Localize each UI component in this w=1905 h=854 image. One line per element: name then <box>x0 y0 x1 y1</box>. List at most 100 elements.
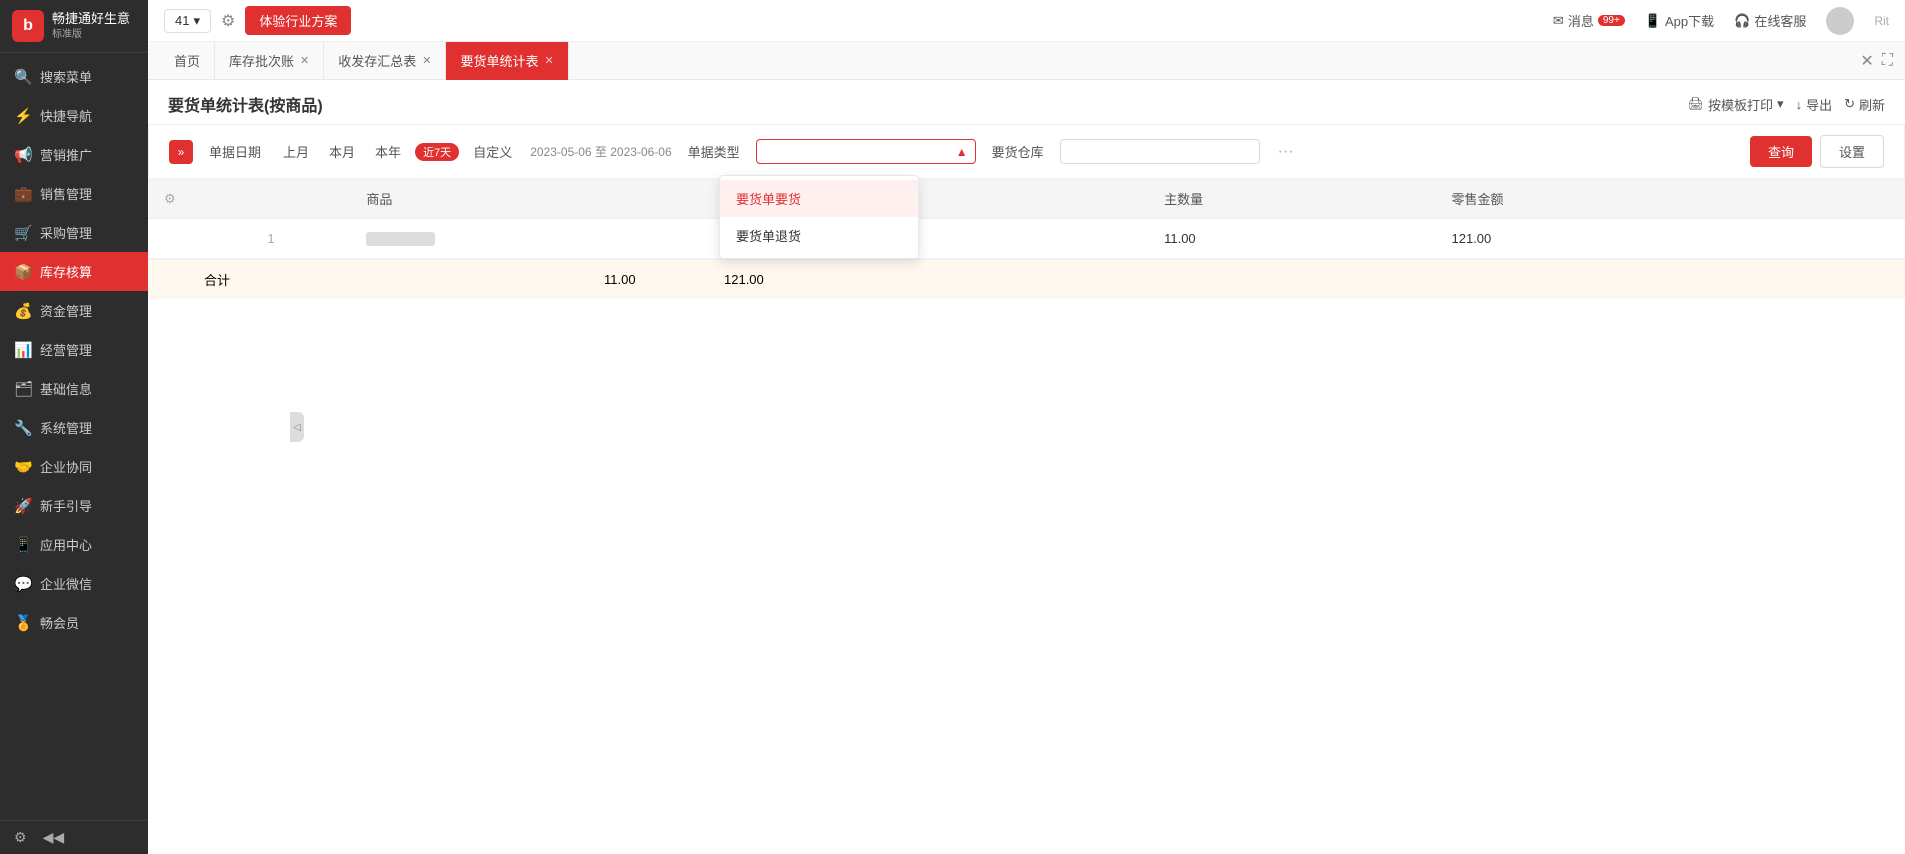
table-col-product: 商品 <box>350 179 755 219</box>
app-download-label: App下载 <box>1665 11 1714 30</box>
sidebar-purchase-icon: 🛒 <box>14 224 32 242</box>
sidebar-operations-label: 经营管理 <box>40 340 92 359</box>
messages-item[interactable]: ✉ 消息 99+ <box>1553 11 1625 30</box>
row-gear <box>148 219 192 259</box>
sidebar-quick-nav-icon: ⚡ <box>14 107 32 125</box>
header-left: 41 ▾ ⚙ 体验行业方案 <box>164 6 351 35</box>
sidebar-item-sales[interactable]: 💼 销售管理 <box>0 174 148 213</box>
sidebar-item-operations[interactable]: 📊 经营管理 <box>0 330 148 369</box>
user-name: Rit <box>1874 14 1889 28</box>
trial-button[interactable]: 体验行业方案 <box>245 6 351 35</box>
sidebar-sales-label: 销售管理 <box>40 184 92 203</box>
collapse-icon[interactable]: ◀◀ <box>43 829 65 846</box>
footer-quantity: 11.00 <box>604 272 636 287</box>
tab-inventory-batch-close[interactable]: ✕ <box>300 54 309 67</box>
dropdown-item-0[interactable]: 要货单要货 <box>720 180 918 217</box>
print-template-action[interactable]: 🖨 按模板打印 ▾ <box>1688 95 1784 114</box>
sidebar-operations-icon: 📊 <box>14 341 32 359</box>
sidebar-sales-icon: 💼 <box>14 185 32 203</box>
table-footer: 合计 11.00 121.00 <box>148 259 1905 299</box>
date-option-last-month[interactable]: 上月 <box>277 140 315 163</box>
sidebar-inventory-label: 库存核算 <box>40 262 92 281</box>
sidebar-app-center-label: 应用中心 <box>40 535 92 554</box>
tabs-expand-icon[interactable]: ⛶ <box>1882 52 1893 70</box>
print-icon: 🖨 <box>1688 96 1705 112</box>
dropdown-arrow-icon: ▾ <box>193 13 200 29</box>
messages-label: 消息 <box>1568 11 1594 30</box>
top-header: 41 ▾ ⚙ 体验行业方案 ✉ 消息 99+ 📱 App下载 🎧 在 <box>148 0 1905 42</box>
table-col-gear[interactable]: ⚙ <box>148 179 192 219</box>
order-type-input[interactable] <box>756 139 976 164</box>
sidebar-item-inventory[interactable]: 📦 库存核算 <box>0 252 148 291</box>
sidebar-system-icon: 🔧 <box>14 419 32 437</box>
table-col-index <box>192 179 351 219</box>
expand-icon: » <box>178 145 185 159</box>
sidebar-item-membership[interactable]: 🏅 畅会员 <box>0 603 148 642</box>
sidebar-logo: b 畅捷通好生意 标准版 <box>0 0 148 53</box>
sidebar-item-app-center[interactable]: 📱 应用中心 <box>0 525 148 564</box>
sidebar-item-cooperation[interactable]: 🤝 企业协同 <box>0 447 148 486</box>
row-extra <box>1775 219 1905 259</box>
sidebar-finance-label: 资金管理 <box>40 301 92 320</box>
filter-expand-btn[interactable]: » <box>169 140 193 164</box>
sidebar-inventory-icon: 📦 <box>14 263 32 281</box>
tab-request-stats-close[interactable]: ✕ <box>545 54 554 67</box>
dropdown-item-1-label: 要货单退货 <box>736 229 801 244</box>
table-container: ⚙ 商品 主计量单位 主数量 零售金额 1 ████ ███ 块 1 <box>148 179 1905 299</box>
tab-receive-summary-close[interactable]: ✕ <box>422 54 431 67</box>
export-action[interactable]: ↓ 导出 <box>1796 95 1833 114</box>
warehouse-more-icon[interactable]: ··· <box>1278 143 1294 161</box>
dropdown-item-1[interactable]: 要货单退货 <box>720 217 918 254</box>
date-option-7days[interactable]: 近7天 <box>415 143 459 161</box>
refresh-action[interactable]: ↻ 刷新 <box>1844 95 1885 114</box>
refresh-icon: ↻ <box>1844 96 1855 112</box>
sidebar-item-system[interactable]: 🔧 系统管理 <box>0 408 148 447</box>
sidebar-item-marketing[interactable]: 📢 营销推广 <box>0 135 148 174</box>
sidebar-app-center-icon: 📱 <box>14 536 32 554</box>
logo-icon: b <box>12 10 44 42</box>
avatar[interactable] <box>1826 7 1854 35</box>
query-button[interactable]: 查询 <box>1750 136 1812 167</box>
date-option-custom[interactable]: 自定义 <box>467 140 518 163</box>
sidebar-item-base-info[interactable]: 🗂 基础信息 <box>0 369 148 408</box>
sidebar-item-guide[interactable]: 🚀 新手引导 <box>0 486 148 525</box>
warehouse-label: 要货仓库 <box>992 142 1044 161</box>
online-service-item[interactable]: 🎧 在线客服 <box>1734 11 1806 30</box>
header-settings-icon[interactable]: ⚙ <box>221 11 235 31</box>
tab-receive-summary[interactable]: 收发存汇总表 ✕ <box>324 42 446 80</box>
sidebar-item-wechat[interactable]: 💬 企业微信 <box>0 564 148 603</box>
sidebar-base-info-icon: 🗂 <box>14 380 32 398</box>
print-dropdown-icon: ▾ <box>1777 96 1784 112</box>
sidebar-item-purchase[interactable]: 🛒 采购管理 <box>0 213 148 252</box>
store-selector[interactable]: 41 ▾ <box>164 9 211 33</box>
order-type-chevron-icon[interactable]: ▲ <box>956 145 968 159</box>
settings-button[interactable]: 设置 <box>1820 135 1884 168</box>
order-type-dropdown: 要货单要货 要货单退货 <box>719 175 919 259</box>
tab-request-stats[interactable]: 要货单统计表 ✕ <box>446 42 568 80</box>
sidebar-cooperation-icon: 🤝 <box>14 458 32 476</box>
app-download-item[interactable]: 📱 App下载 <box>1645 11 1714 30</box>
date-option-this-month[interactable]: 本月 <box>323 140 361 163</box>
sidebar-marketing-label: 营销推广 <box>40 145 92 164</box>
sidebar-item-search[interactable]: 🔍 搜索菜单 <box>0 57 148 96</box>
date-option-this-year[interactable]: 本年 <box>369 140 407 163</box>
sidebar-item-quick-nav[interactable]: ⚡ 快捷导航 <box>0 96 148 135</box>
logo-text: 畅捷通好生意 标准版 <box>52 11 130 41</box>
refresh-label: 刷新 <box>1859 95 1885 114</box>
row-index: 1 <box>192 219 351 259</box>
sidebar-guide-label: 新手引导 <box>40 496 92 515</box>
sidebar-toggle[interactable]: ◁ <box>290 412 304 442</box>
sidebar-membership-label: 畅会员 <box>40 613 79 632</box>
online-service-label: 在线客服 <box>1754 11 1806 30</box>
main-content: 41 ▾ ⚙ 体验行业方案 ✉ 消息 99+ 📱 App下载 🎧 在 <box>148 0 1905 854</box>
sidebar-bottom: ⚙ ◀◀ <box>0 820 148 854</box>
export-label: 导出 <box>1806 95 1832 114</box>
sidebar-item-finance[interactable]: 💰 资金管理 <box>0 291 148 330</box>
sidebar-wechat-icon: 💬 <box>14 575 32 593</box>
settings-icon[interactable]: ⚙ <box>14 829 27 846</box>
tab-home[interactable]: 首页 <box>160 42 215 80</box>
warehouse-input[interactable] <box>1060 139 1260 164</box>
tabs-close-all-icon[interactable]: ✕ <box>1860 51 1873 71</box>
sidebar-cooperation-label: 企业协同 <box>40 457 92 476</box>
tab-inventory-batch[interactable]: 库存批次账 ✕ <box>215 42 324 80</box>
